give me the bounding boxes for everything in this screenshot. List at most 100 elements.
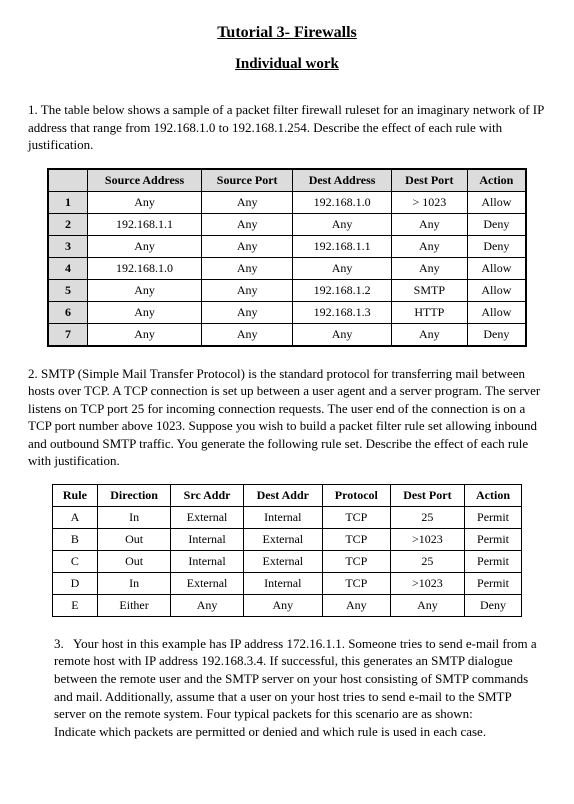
cell: 192.168.1.1 (293, 235, 392, 257)
table-row: 1 Any Any 192.168.1.0 > 1023 Allow (48, 191, 526, 213)
cell: Out (97, 550, 171, 572)
firewall-table-1: Source Address Source Port Dest Address … (47, 168, 527, 347)
cell: In (97, 572, 171, 594)
cell: Deny (467, 323, 526, 346)
cell: Any (293, 257, 392, 279)
header-blank (48, 169, 88, 192)
cell: Any (322, 594, 390, 616)
cell: Deny (467, 213, 526, 235)
table-header-row: Rule Direction Src Addr Dest Addr Protoc… (53, 484, 522, 506)
cell: 25 (390, 506, 464, 528)
q2-text: 2. SMTP (Simple Mail Transfer Protocol) … (28, 365, 546, 470)
table-row: 5 Any Any 192.168.1.2 SMTP Allow (48, 279, 526, 301)
q3-text: 3. Your host in this example has IP addr… (54, 635, 546, 740)
cell: Permit (465, 572, 522, 594)
col-direction: Direction (97, 484, 171, 506)
cell: 192.168.1.0 (293, 191, 392, 213)
row-number: 1 (48, 191, 88, 213)
cell: A (53, 506, 98, 528)
cell: Permit (465, 550, 522, 572)
cell: 192.168.1.1 (88, 213, 202, 235)
cell: Any (171, 594, 243, 616)
cell: Internal (243, 572, 322, 594)
cell: B (53, 528, 98, 550)
cell: TCP (322, 550, 390, 572)
table-row: 2 192.168.1.1 Any Any Any Deny (48, 213, 526, 235)
q3-body-1: Your host in this example has IP address… (54, 636, 537, 721)
cell: Internal (171, 528, 243, 550)
table-row: 6 Any Any 192.168.1.3 HTTP Allow (48, 301, 526, 323)
cell: External (171, 506, 243, 528)
row-number: 3 (48, 235, 88, 257)
cell: > 1023 (391, 191, 467, 213)
cell: Any (88, 323, 202, 346)
cell: Any (202, 191, 293, 213)
table-row: 4 192.168.1.0 Any Any Any Allow (48, 257, 526, 279)
q3-number: 3. (54, 636, 64, 651)
cell: Any (88, 191, 202, 213)
cell: SMTP (391, 279, 467, 301)
col-protocol: Protocol (322, 484, 390, 506)
cell: Any (88, 301, 202, 323)
col-dest-port: Dest Port (391, 169, 467, 192)
row-number: 7 (48, 323, 88, 346)
col-source-port: Source Port (202, 169, 293, 192)
cell: Internal (243, 506, 322, 528)
cell: 25 (390, 550, 464, 572)
cell: Any (293, 323, 392, 346)
row-number: 4 (48, 257, 88, 279)
cell: D (53, 572, 98, 594)
table-row: C Out Internal External TCP 25 Permit (53, 550, 522, 572)
table-row: E Either Any Any Any Any Deny (53, 594, 522, 616)
row-number: 5 (48, 279, 88, 301)
cell: Either (97, 594, 171, 616)
cell: Deny (465, 594, 522, 616)
q2-body: SMTP (Simple Mail Transfer Protocol) is … (28, 366, 540, 469)
cell: Any (202, 301, 293, 323)
cell: Any (88, 279, 202, 301)
q2-number: 2. (28, 366, 38, 381)
cell: Any (391, 323, 467, 346)
cell: Any (391, 235, 467, 257)
cell: Internal (171, 550, 243, 572)
table-row: 7 Any Any Any Any Deny (48, 323, 526, 346)
col-dest-address: Dest Address (293, 169, 392, 192)
firewall-table-2: Rule Direction Src Addr Dest Addr Protoc… (52, 484, 522, 617)
question-1: 1. The table below shows a sample of a p… (28, 101, 546, 347)
question-3: 3. Your host in this example has IP addr… (28, 635, 546, 740)
cell: Any (243, 594, 322, 616)
cell: C (53, 550, 98, 572)
q1-text: 1. The table below shows a sample of a p… (28, 101, 546, 154)
col-rule: Rule (53, 484, 98, 506)
cell: Any (202, 279, 293, 301)
cell: Allow (467, 257, 526, 279)
table-row: A In External Internal TCP 25 Permit (53, 506, 522, 528)
cell: Any (202, 257, 293, 279)
row-number: 2 (48, 213, 88, 235)
cell: Any (202, 213, 293, 235)
cell: Any (391, 257, 467, 279)
cell: Allow (467, 279, 526, 301)
table-row: 3 Any Any 192.168.1.1 Any Deny (48, 235, 526, 257)
table-row: B Out Internal External TCP >1023 Permit (53, 528, 522, 550)
cell: Deny (467, 235, 526, 257)
q1-number: 1. (28, 102, 38, 117)
cell: >1023 (390, 528, 464, 550)
col-action: Action (467, 169, 526, 192)
cell: External (171, 572, 243, 594)
col-source-address: Source Address (88, 169, 202, 192)
cell: Any (390, 594, 464, 616)
cell: Any (88, 235, 202, 257)
cell: Permit (465, 528, 522, 550)
col-dest-addr: Dest Addr (243, 484, 322, 506)
q1-body: The table below shows a sample of a pack… (28, 102, 544, 152)
row-number: 6 (48, 301, 88, 323)
cell: Allow (467, 191, 526, 213)
col-action: Action (465, 484, 522, 506)
doc-title: Tutorial 3- Firewalls (28, 24, 546, 42)
cell: Any (202, 323, 293, 346)
cell: External (243, 528, 322, 550)
q3-body-2: Indicate which packets are permitted or … (54, 724, 486, 739)
cell: In (97, 506, 171, 528)
cell: Allow (467, 301, 526, 323)
